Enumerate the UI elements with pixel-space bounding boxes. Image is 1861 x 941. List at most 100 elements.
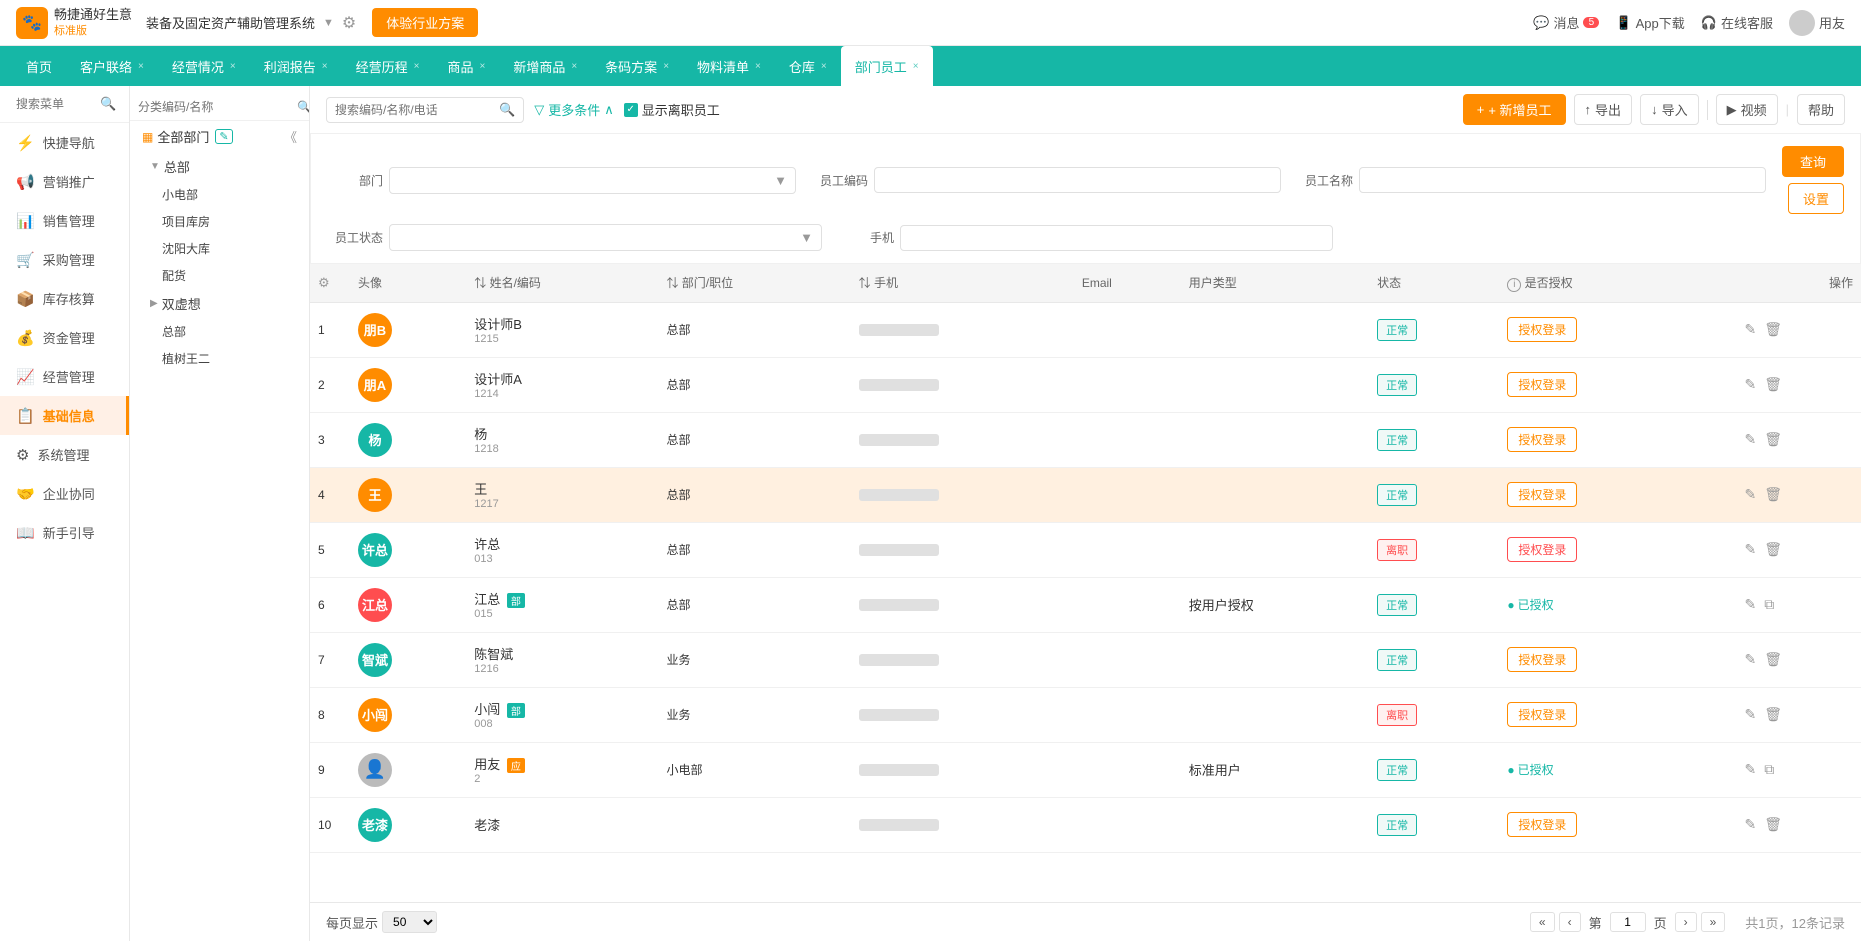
- set-button[interactable]: 设置: [1788, 183, 1844, 214]
- delete-icon[interactable]: 🗑: [1764, 431, 1782, 448]
- edit-icon[interactable]: ✎: [1744, 816, 1756, 833]
- nav-item-operation[interactable]: 经营情况×: [158, 46, 250, 86]
- nav-item-customer[interactable]: 客户联络×: [66, 46, 158, 86]
- phone-input[interactable]: [900, 225, 1333, 251]
- auth-btn[interactable]: 授权登录: [1507, 427, 1577, 452]
- sidebar-item-finance[interactable]: 💰 资金管理: [0, 318, 129, 357]
- nav-item-profit[interactable]: 利润报告×: [250, 46, 342, 86]
- close-icon[interactable]: ×: [479, 61, 485, 72]
- edit-icon[interactable]: ✎: [1744, 651, 1756, 668]
- export-button[interactable]: ↑ 导出: [1574, 94, 1633, 125]
- nav-item-home[interactable]: 首页: [12, 46, 66, 86]
- edit-icon[interactable]: ✎: [1744, 706, 1756, 723]
- collapse-icon[interactable]: 《: [284, 127, 297, 146]
- sidebar-item-basic[interactable]: 📋 基础信息: [0, 396, 129, 435]
- last-page-btn[interactable]: »: [1701, 912, 1726, 932]
- edit-icon[interactable]: ✎: [1744, 541, 1756, 558]
- dept-sub-item-zhishu[interactable]: 植树王二: [130, 345, 309, 372]
- next-page-btn[interactable]: ›: [1675, 912, 1697, 932]
- delete-icon[interactable]: 🗑: [1764, 541, 1782, 558]
- edit-icon[interactable]: ✎: [1744, 761, 1756, 778]
- auth-btn[interactable]: 授权登录: [1507, 812, 1577, 837]
- delete-icon[interactable]: 🗑: [1764, 321, 1782, 338]
- edit-icon[interactable]: ✎: [1744, 486, 1756, 503]
- auth-info-icon[interactable]: i: [1507, 278, 1521, 292]
- auth-btn[interactable]: 授权登录: [1507, 317, 1577, 342]
- dropdown-arrow-icon[interactable]: ▼: [323, 17, 334, 29]
- auth-btn[interactable]: 授权登录: [1507, 482, 1577, 507]
- dept-sub-item-zongbu2[interactable]: 总部: [130, 318, 309, 345]
- page-input[interactable]: [1610, 912, 1646, 932]
- dept-sub-item-xiaodian[interactable]: 小电部: [130, 181, 309, 208]
- trial-button[interactable]: 体验行业方案: [372, 8, 478, 37]
- auth-btn[interactable]: 授权登录: [1507, 372, 1577, 397]
- close-icon[interactable]: ×: [138, 61, 144, 72]
- sidebar-item-sales[interactable]: 📊 销售管理: [0, 201, 129, 240]
- search-input[interactable]: [335, 103, 495, 117]
- close-icon[interactable]: ×: [322, 61, 328, 72]
- message-item[interactable]: 💬 消息 5: [1533, 13, 1599, 32]
- sidebar-item-collab[interactable]: 🤝 企业协同: [0, 474, 129, 513]
- nav-item-barcode[interactable]: 条码方案×: [591, 46, 683, 86]
- delete-icon[interactable]: 🗑: [1764, 816, 1782, 833]
- edit-icon[interactable]: ✎: [1744, 596, 1756, 613]
- more-conditions-btn[interactable]: ▽ 更多条件 ∧: [534, 100, 614, 119]
- user-item[interactable]: 用友: [1789, 10, 1845, 36]
- sidebar-item-marketing[interactable]: 📢 营销推广: [0, 162, 129, 201]
- sidebar-item-system[interactable]: ⚙ 系统管理: [0, 435, 129, 474]
- dept-select[interactable]: ▼: [389, 167, 796, 194]
- sidebar-item-mgmt[interactable]: 📈 经营管理: [0, 357, 129, 396]
- dept-sub-item-shenyang[interactable]: 沈阳大库: [130, 235, 309, 262]
- edit-dept-icon[interactable]: ✎: [215, 129, 232, 144]
- sidebar-item-inventory[interactable]: 📦 库存核算: [0, 279, 129, 318]
- view-button[interactable]: ▶ 视频: [1716, 94, 1778, 125]
- sidebar-item-guide[interactable]: 📖 新手引导: [0, 513, 129, 552]
- first-page-btn[interactable]: «: [1530, 912, 1555, 932]
- add-employee-button[interactable]: + + 新增员工: [1463, 94, 1566, 125]
- emp-name-input[interactable]: [1359, 167, 1766, 193]
- emp-code-input[interactable]: [874, 167, 1281, 193]
- import-button[interactable]: ↓ 导入: [1640, 94, 1699, 125]
- nav-item-bom[interactable]: 物料清单×: [683, 46, 775, 86]
- close-icon[interactable]: ×: [821, 61, 827, 72]
- copy-icon[interactable]: ⧉: [1764, 761, 1774, 778]
- auth-btn[interactable]: 授权登录: [1507, 647, 1577, 672]
- edit-icon[interactable]: ✎: [1744, 376, 1756, 393]
- nav-item-dept[interactable]: 部门员工×: [841, 46, 933, 86]
- delete-icon[interactable]: 🗑: [1764, 651, 1782, 668]
- delete-icon[interactable]: 🗑: [1764, 486, 1782, 503]
- dept-tree-item-headquarters[interactable]: ▼ 总部: [130, 152, 309, 181]
- close-icon[interactable]: ×: [230, 61, 236, 72]
- close-icon[interactable]: ×: [663, 61, 669, 72]
- th-phone[interactable]: ⇅ 手机: [851, 264, 1074, 302]
- prev-page-btn[interactable]: ‹: [1559, 912, 1581, 932]
- help-button[interactable]: 帮助: [1797, 94, 1845, 125]
- delete-icon[interactable]: 🗑: [1764, 376, 1782, 393]
- gear-icon[interactable]: ⚙: [342, 13, 356, 33]
- close-icon-dept[interactable]: ×: [913, 61, 919, 72]
- dept-search-input[interactable]: [138, 100, 293, 114]
- close-icon[interactable]: ×: [414, 61, 420, 72]
- query-button[interactable]: 查询: [1782, 146, 1844, 177]
- nav-item-add-goods[interactable]: 新增商品×: [499, 46, 591, 86]
- sidebar-search-input[interactable]: [16, 97, 96, 111]
- online-service-item[interactable]: 🎧 在线客服: [1701, 13, 1773, 32]
- delete-icon[interactable]: 🗑: [1764, 706, 1782, 723]
- dept-tree-item-shuangxu[interactable]: ▶ 双虚想: [130, 289, 309, 318]
- dept-sub-item-project[interactable]: 项目库房: [130, 208, 309, 235]
- nav-item-goods[interactable]: 商品×: [433, 46, 499, 86]
- close-icon[interactable]: ×: [571, 61, 577, 72]
- sidebar-item-purchase[interactable]: 🛒 采购管理: [0, 240, 129, 279]
- th-name[interactable]: ⇅ 姓名/编码: [466, 264, 658, 302]
- edit-icon[interactable]: ✎: [1744, 321, 1756, 338]
- sidebar-item-nav[interactable]: ⚡ 快捷导航: [0, 123, 129, 162]
- dept-sub-item-peihuo[interactable]: 配货: [130, 262, 309, 289]
- auth-btn-red[interactable]: 授权登录: [1507, 537, 1577, 562]
- th-dept[interactable]: ⇅ 部门/职位: [658, 264, 850, 302]
- show-left-staff-check[interactable]: ✓ 显示离职员工: [624, 100, 720, 119]
- per-page-select[interactable]: 50 20 100: [382, 911, 437, 933]
- copy-icon[interactable]: ⧉: [1764, 596, 1774, 613]
- th-settings[interactable]: ⚙: [310, 264, 350, 302]
- status-select[interactable]: ▼: [389, 224, 822, 251]
- nav-item-warehouse[interactable]: 仓库×: [775, 46, 841, 86]
